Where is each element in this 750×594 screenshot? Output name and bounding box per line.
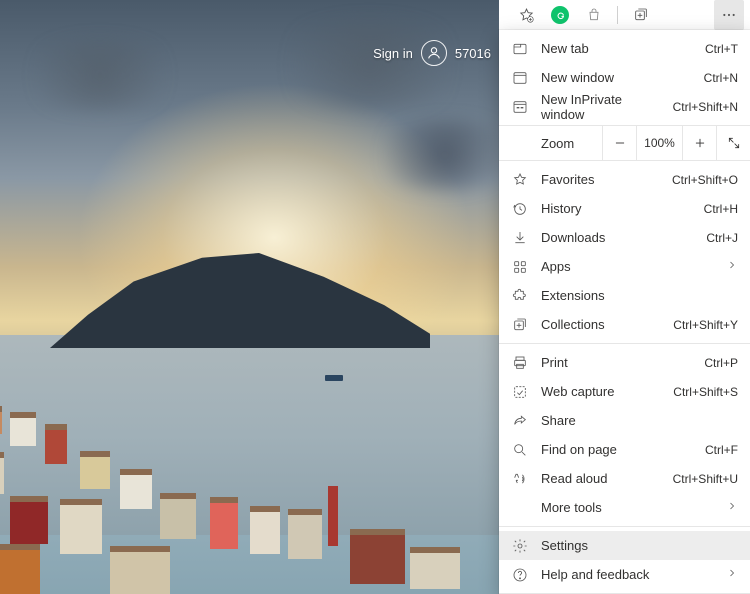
signin-label[interactable]: Sign in [373,46,413,61]
star-add-icon [518,7,535,24]
menu-item-find[interactable]: Find on page Ctrl+F [499,435,750,464]
find-icon [511,441,529,459]
minus-icon [613,136,627,150]
history-icon [511,200,529,218]
fullscreen-icon [727,136,741,150]
rewards-badge[interactable]: 57016 [455,46,491,61]
menu-item-label: Read aloud [541,471,661,486]
menu-item-shortcut: Ctrl+N [704,71,738,85]
menu-item-shortcut: Ctrl+Shift+S [673,385,738,399]
menu-item-label: New tab [541,41,693,56]
menu-item-label: Favorites [541,172,660,187]
tab-icon [511,40,529,58]
menu-item-read-aloud[interactable]: Read aloud Ctrl+Shift+U [499,464,750,493]
menu-item-shortcut: Ctrl+Shift+N [673,100,738,114]
print-icon [511,354,529,372]
zoom-label: Zoom [499,136,574,151]
menu-item-label: Settings [541,538,738,553]
menu-item-shortcut: Ctrl+H [704,202,738,216]
zoom-value: 100% [636,126,682,160]
collections-button[interactable] [626,0,656,30]
zoom-in-button[interactable] [682,126,716,160]
inprivate-icon [511,98,529,116]
avatar[interactable] [421,40,447,66]
menu-item-label: New InPrivate window [541,92,661,122]
menu-item-collections[interactable]: Collections Ctrl+Shift+Y [499,310,750,339]
settings-and-more-menu: New tab Ctrl+T New window Ctrl+N New InPriva… [499,30,750,594]
capture-icon [511,383,529,401]
chevron-right-icon [726,500,738,515]
gear-icon [511,537,529,555]
menu-item-label: Help and feedback [541,567,714,582]
menu-item-shortcut: Ctrl+J [706,231,738,245]
collections-icon [633,7,649,23]
grammarly-icon [551,6,569,24]
header-signin-row: Sign in 57016 [373,40,491,66]
menu-item-new-inprivate[interactable]: New InPrivate window Ctrl+Shift+N [499,92,750,121]
menu-item-shortcut: Ctrl+Shift+O [672,173,738,187]
menu-item-label: Collections [541,317,661,332]
grammarly-button[interactable] [545,0,575,30]
menu-item-label: Share [541,413,738,428]
menu-item-apps[interactable]: Apps [499,252,750,281]
download-icon [511,229,529,247]
window-icon [511,69,529,87]
more-icon [721,7,737,23]
help-icon [511,566,529,584]
menu-item-downloads[interactable]: Downloads Ctrl+J [499,223,750,252]
menu-item-label: History [541,201,692,216]
apps-icon [511,258,529,276]
menu-item-shortcut: Ctrl+Shift+Y [673,318,738,332]
shopping-bag-icon [586,7,602,23]
sea-backdrop [0,335,499,535]
menu-item-shortcut: Ctrl+T [705,42,738,56]
menu-item-print[interactable]: Print Ctrl+P [499,348,750,377]
person-icon [426,45,442,61]
plus-icon [693,136,707,150]
menu-separator [499,343,750,344]
menu-item-new-window[interactable]: New window Ctrl+N [499,63,750,92]
fullscreen-button[interactable] [716,126,750,160]
zoom-out-button[interactable] [602,126,636,160]
menu-item-share[interactable]: Share [499,406,750,435]
extension-icon [511,287,529,305]
menu-item-web-capture[interactable]: Web capture Ctrl+Shift+S [499,377,750,406]
menu-item-settings[interactable]: Settings [499,531,750,560]
more-button[interactable] [714,0,744,30]
menu-item-shortcut: Ctrl+Shift+U [673,472,738,486]
collections-icon [511,316,529,334]
menu-item-shortcut: Ctrl+F [705,443,738,457]
favorites-button[interactable] [511,0,541,30]
menu-item-favorites[interactable]: Favorites Ctrl+Shift+O [499,165,750,194]
menu-separator [499,526,750,527]
menu-item-label: New window [541,70,692,85]
chevron-right-icon [726,259,738,274]
menu-item-more-tools[interactable]: More tools [499,493,750,522]
menu-item-label: Web capture [541,384,661,399]
shopping-button[interactable] [579,0,609,30]
chevron-right-icon [726,567,738,582]
star-icon [511,171,529,189]
menu-item-new-tab[interactable]: New tab Ctrl+T [499,34,750,63]
menu-item-help[interactable]: Help and feedback [499,560,750,589]
menu-item-label: Apps [541,259,714,274]
menu-item-label: Print [541,355,692,370]
zoom-controls: Zoom 100% [499,125,750,161]
menu-item-shortcut: Ctrl+P [704,356,738,370]
menu-item-label: Downloads [541,230,694,245]
menu-item-extensions[interactable]: Extensions [499,281,750,310]
menu-item-label: More tools [541,500,714,515]
share-icon [511,412,529,430]
menu-item-history[interactable]: History Ctrl+H [499,194,750,223]
browser-toolbar [499,0,750,30]
menu-item-label: Find on page [541,442,693,457]
divider [617,6,618,24]
ship-decoration [325,375,343,381]
menu-item-label: Extensions [541,288,738,303]
browser-content-background: Sign in 57016 [0,0,499,594]
readaloud-icon [511,470,529,488]
